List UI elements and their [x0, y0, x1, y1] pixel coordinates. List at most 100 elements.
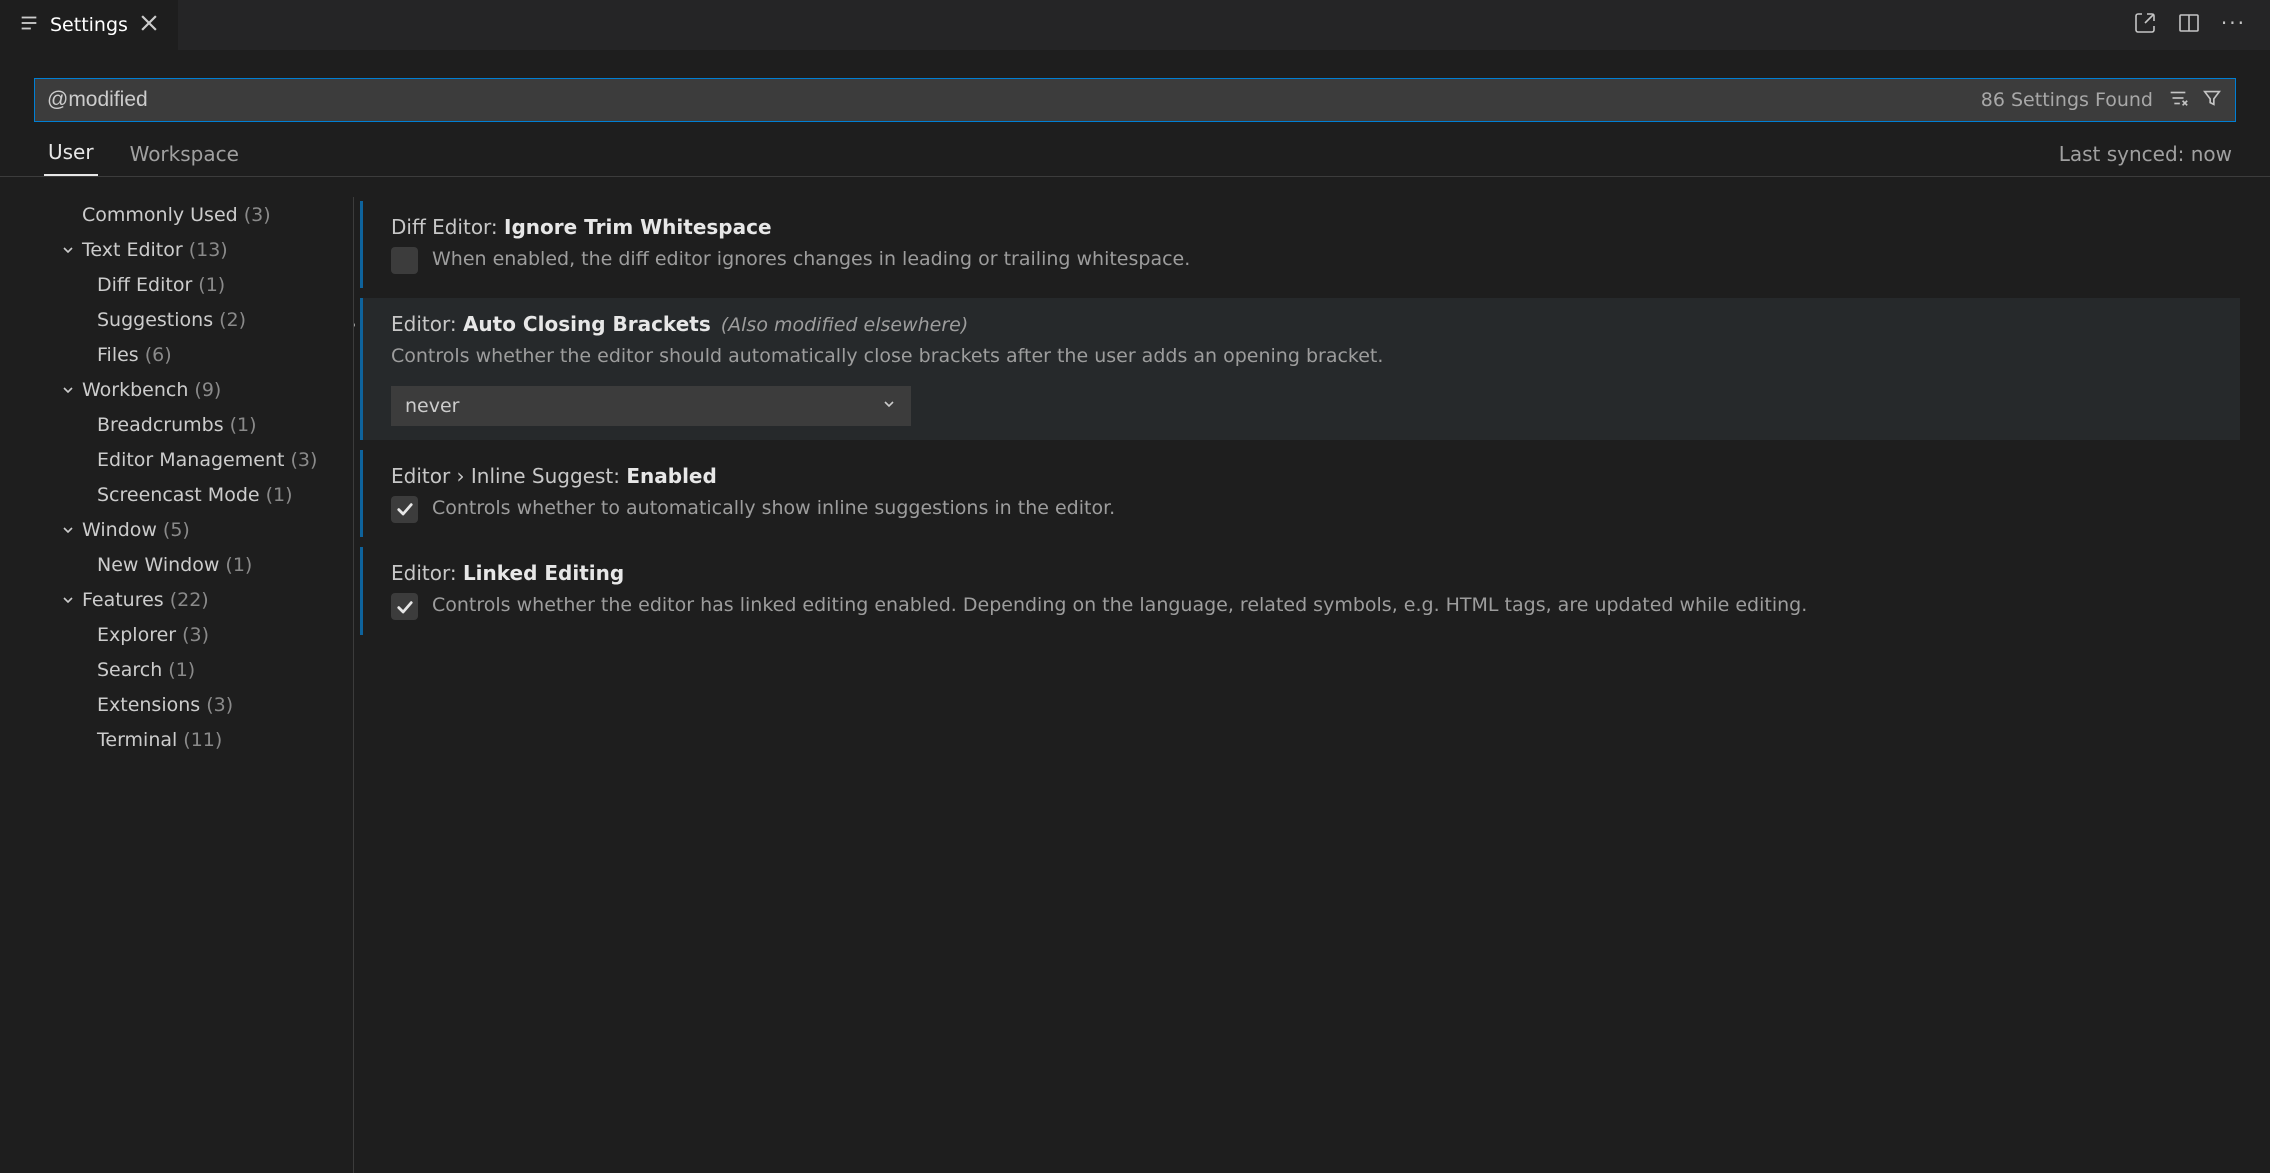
setting-name: Enabled — [626, 464, 716, 488]
toc-item[interactable]: New Window (1) — [54, 547, 345, 582]
toc-item-label: Extensions — [97, 694, 200, 716]
toc-item[interactable]: Files (6) — [54, 337, 345, 372]
chevron-down-icon — [60, 592, 78, 608]
toc-item-count: (11) — [183, 729, 222, 751]
split-editor-icon[interactable] — [2177, 11, 2201, 40]
toc-item-label: Search — [97, 659, 162, 681]
setting-description: When enabled, the diff editor ignores ch… — [432, 245, 1190, 274]
toc-item-label: Commonly Used — [82, 204, 238, 226]
toc-item-label: Diff Editor — [97, 274, 192, 296]
toc-item-label: Text Editor — [82, 239, 183, 261]
setting-description: Controls whether to automatically show i… — [432, 494, 1115, 523]
setting-title: Editor › Inline Suggest: Enabled — [391, 464, 2220, 488]
toc-item-label: Files — [97, 344, 139, 366]
settings-sync-status[interactable]: Last synced: now — [2059, 142, 2236, 176]
toc-item[interactable]: Screencast Mode (1) — [54, 477, 345, 512]
title-tab-bar: Settings ··· — [0, 0, 2270, 50]
toc-item-label: Suggestions — [97, 309, 213, 331]
setting-name: Ignore Trim Whitespace — [504, 215, 772, 239]
settings-toc: Commonly Used (3) Text Editor (13) Diff Edit… — [54, 197, 354, 1173]
scope-tab-workspace[interactable]: Workspace — [126, 142, 243, 176]
toc-item-count: (1) — [198, 274, 225, 296]
toc-item[interactable]: Explorer (3) — [54, 617, 345, 652]
toc-item[interactable]: Breadcrumbs (1) — [54, 407, 345, 442]
chevron-down-icon — [60, 382, 78, 398]
toc-item-count: (22) — [170, 589, 209, 611]
toc-item-label: Breadcrumbs — [97, 414, 224, 436]
setting-category: Editor: — [391, 561, 463, 585]
settings-tab-icon — [18, 12, 40, 39]
toc-item[interactable]: Workbench (9) — [54, 372, 345, 407]
toc-item[interactable]: Text Editor (13) — [54, 232, 345, 267]
toc-item[interactable]: Extensions (3) — [54, 687, 345, 722]
setting-item[interactable]: Editor: Auto Closing Brackets (Also modif… — [360, 298, 2240, 439]
chevron-down-icon — [881, 395, 897, 417]
setting-name: Auto Closing Brackets — [463, 312, 711, 336]
toc-item-count: (3) — [182, 624, 209, 646]
chevron-down-icon — [60, 242, 78, 258]
more-actions-icon[interactable]: ··· — [2221, 11, 2246, 40]
setting-item[interactable]: Editor › Inline Suggest: Enabled Controls… — [360, 450, 2240, 537]
setting-checkbox[interactable] — [391, 496, 418, 523]
setting-select[interactable]: never — [391, 386, 911, 426]
toc-item-label: New Window — [97, 554, 219, 576]
toc-item-count: (3) — [206, 694, 233, 716]
toc-item-count: (1) — [266, 484, 293, 506]
settings-list: Diff Editor: Ignore Trim Whitespace When … — [354, 197, 2270, 1173]
setting-item[interactable]: Diff Editor: Ignore Trim Whitespace When … — [360, 201, 2240, 288]
settings-search-input[interactable] — [43, 88, 1981, 112]
setting-name: Linked Editing — [463, 561, 624, 585]
toc-item-label: Terminal — [97, 729, 177, 751]
select-value: never — [405, 395, 459, 417]
toc-item-count: (5) — [163, 519, 190, 541]
toc-item-count: (9) — [194, 379, 221, 401]
gear-icon[interactable] — [354, 314, 355, 341]
toc-item[interactable]: Terminal (11) — [54, 722, 345, 757]
settings-scope-tabs: User Workspace Last synced: now — [0, 122, 2270, 177]
toc-item-count: (1) — [225, 554, 252, 576]
setting-title: Editor: Linked Editing — [391, 561, 2220, 585]
setting-title: Editor: Auto Closing Brackets (Also modif… — [391, 312, 2220, 336]
tab-title: Settings — [50, 14, 128, 36]
setting-category: Editor: — [391, 312, 463, 336]
toc-item-label: Workbench — [82, 379, 188, 401]
toc-item[interactable]: Editor Management (3) — [54, 442, 345, 477]
open-settings-json-icon[interactable] — [2133, 11, 2157, 40]
toc-item-count: (6) — [145, 344, 172, 366]
clear-filter-icon[interactable] — [2167, 87, 2189, 114]
toc-item-label: Window — [82, 519, 157, 541]
toc-item[interactable]: Features (22) — [54, 582, 345, 617]
toc-item[interactable]: Suggestions (2) — [54, 302, 345, 337]
setting-title: Diff Editor: Ignore Trim Whitespace — [391, 215, 2220, 239]
toc-item-count: (13) — [189, 239, 228, 261]
setting-category: Editor › Inline Suggest: — [391, 464, 626, 488]
toc-item-label: Features — [82, 589, 164, 611]
toc-item-count: (1) — [168, 659, 195, 681]
setting-note: (Also modified elsewhere) — [721, 314, 969, 336]
toc-item-count: (3) — [290, 449, 317, 471]
toc-item[interactable]: Commonly Used (3) — [54, 197, 345, 232]
toc-item-count: (2) — [219, 309, 246, 331]
setting-category: Diff Editor: — [391, 215, 504, 239]
tab-settings[interactable]: Settings — [0, 0, 178, 50]
toc-item-label: Explorer — [97, 624, 176, 646]
settings-found-count: 86 Settings Found — [1981, 89, 2153, 111]
close-tab-icon[interactable] — [138, 12, 160, 39]
scope-tab-user[interactable]: User — [44, 140, 98, 176]
setting-description: Controls whether the editor has linked e… — [432, 591, 1807, 620]
toc-item-label: Editor Management — [97, 449, 284, 471]
chevron-down-icon — [60, 522, 78, 538]
setting-checkbox[interactable] — [391, 593, 418, 620]
toc-item[interactable]: Diff Editor (1) — [54, 267, 345, 302]
toc-item-label: Screencast Mode — [97, 484, 260, 506]
setting-checkbox[interactable] — [391, 247, 418, 274]
setting-description: Controls whether the editor should autom… — [391, 342, 2220, 371]
settings-search: 86 Settings Found — [34, 78, 2236, 122]
toc-item-count: (1) — [230, 414, 257, 436]
setting-item[interactable]: Editor: Linked Editing Controls whether t… — [360, 547, 2240, 634]
filter-icon[interactable] — [2201, 87, 2223, 114]
toc-item[interactable]: Window (5) — [54, 512, 345, 547]
editor-actions: ··· — [2133, 11, 2270, 40]
toc-item-count: (3) — [244, 204, 271, 226]
toc-item[interactable]: Search (1) — [54, 652, 345, 687]
